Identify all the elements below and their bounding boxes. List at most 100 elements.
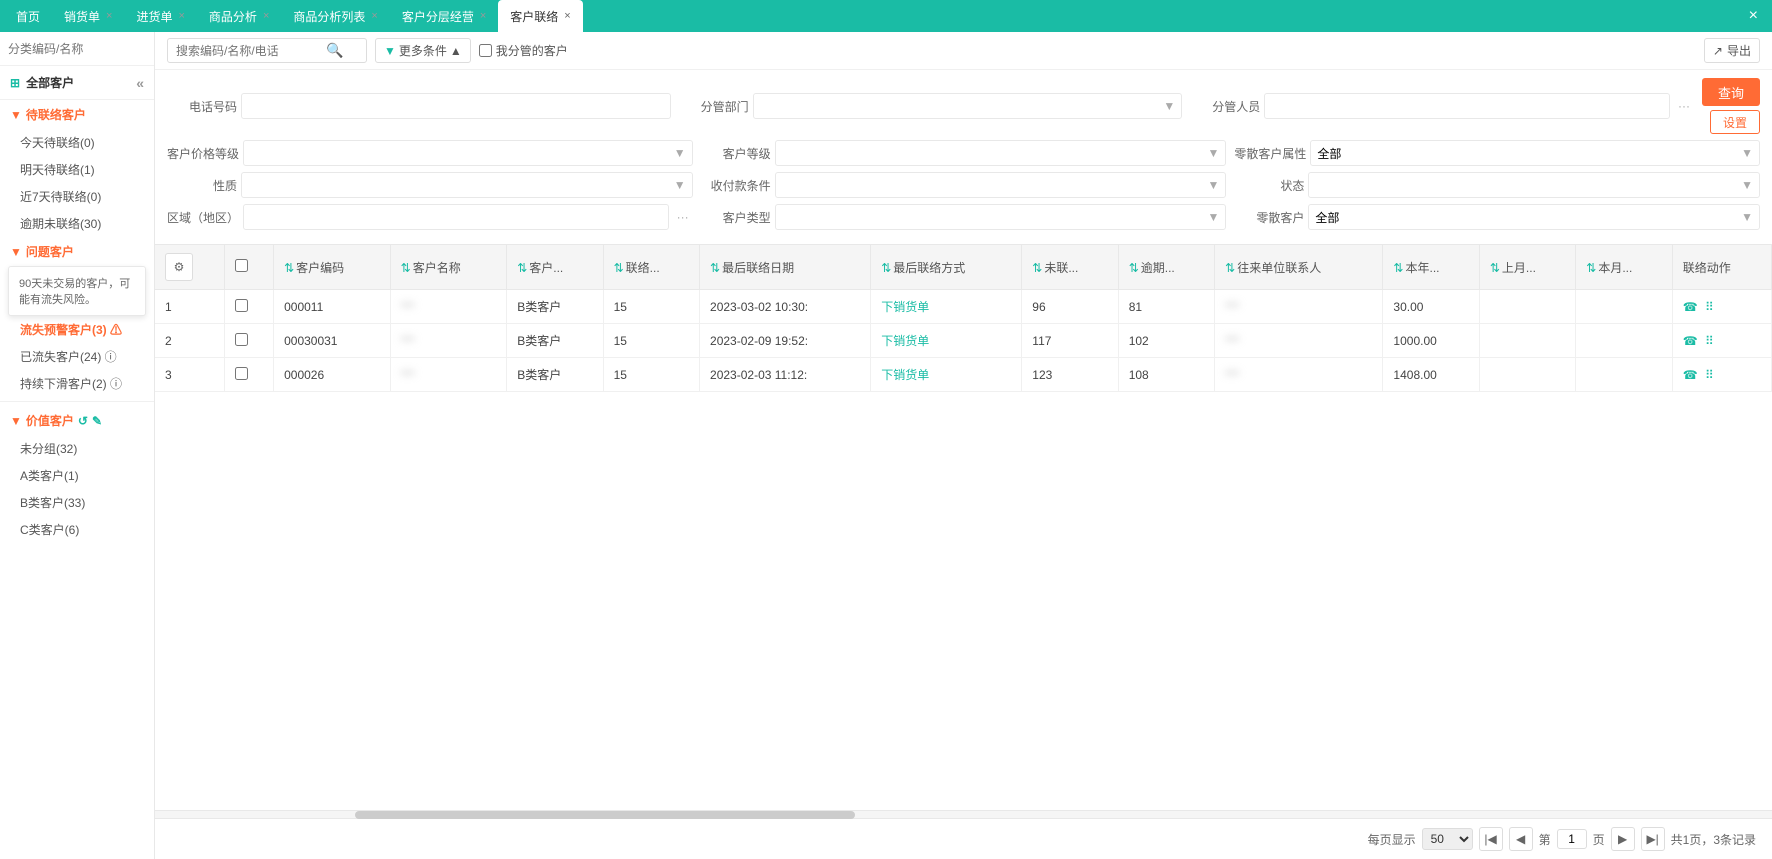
sidebar-item-class-a[interactable]: A类客户(1): [0, 462, 154, 489]
row-last-contact-method[interactable]: 下销货单: [871, 358, 1022, 392]
sidebar-search-input[interactable]: [8, 42, 155, 56]
th-this-month[interactable]: ⇅本月...: [1576, 245, 1672, 290]
sidebar-item-churn-warning[interactable]: 流失预警客户(3) ⚠: [0, 316, 154, 343]
refresh-icon[interactable]: ↺: [78, 414, 88, 428]
th-code[interactable]: ⇅客户编码: [274, 245, 391, 290]
th-settings[interactable]: ⚙: [155, 245, 225, 290]
tab-purchase-order[interactable]: 进货单 ×: [124, 0, 196, 32]
row-action[interactable]: ☎ ⠿: [1672, 324, 1771, 358]
export-button[interactable]: ↗ 导出: [1704, 38, 1760, 63]
th-contact[interactable]: ⇅联络...: [603, 245, 699, 290]
tab-close-product-analysis-list[interactable]: ×: [371, 10, 377, 22]
th-company-contact[interactable]: ⇅往来单位联系人: [1215, 245, 1383, 290]
tab-customer-contact[interactable]: 客户联络 ×: [498, 0, 582, 32]
level-select[interactable]: ▼: [775, 140, 1227, 166]
payment-select[interactable]: ▼: [775, 172, 1227, 198]
settings-button[interactable]: 设置: [1710, 110, 1760, 134]
sidebar-group-value-customers[interactable]: ▼ 价值客户 ↺ ✎: [0, 406, 154, 435]
tab-product-analysis-list[interactable]: 商品分析列表 ×: [281, 0, 389, 32]
per-page-select[interactable]: 50 20 100: [1422, 828, 1473, 850]
row-last-contact-date: 2023-02-09 19:52:: [700, 324, 871, 358]
row-checkbox[interactable]: [225, 358, 274, 392]
last-page-button[interactable]: ▶|: [1641, 827, 1665, 851]
my-customers-checkbox-label[interactable]: 我分管的客户: [479, 42, 568, 59]
query-button[interactable]: 查询: [1702, 78, 1760, 106]
my-customers-checkbox[interactable]: [479, 44, 492, 57]
customer-type-select[interactable]: ▼: [775, 204, 1227, 230]
search-input[interactable]: [176, 44, 326, 58]
next-page-button[interactable]: ▶: [1611, 827, 1635, 851]
horizontal-scrollbar[interactable]: [155, 810, 1772, 818]
th-type[interactable]: ⇅客户...: [507, 245, 603, 290]
more-action-icon[interactable]: ⠿: [1705, 368, 1714, 382]
sidebar-group-pending-contact[interactable]: ▼ 待联络客户: [0, 100, 154, 129]
row-this-year: 1000.00: [1383, 324, 1479, 358]
row-checkbox[interactable]: [225, 290, 274, 324]
row-last-contact-method[interactable]: 下销货单: [871, 324, 1022, 358]
phone-input[interactable]: [241, 93, 671, 119]
tab-customer-tier[interactable]: 客户分层经营 ×: [390, 0, 498, 32]
status-select[interactable]: ▼: [1308, 172, 1760, 198]
tab-close-purchase-order[interactable]: ×: [178, 10, 184, 22]
sidebar-item-today-pending[interactable]: 今天待联络(0): [0, 129, 154, 156]
sidebar-all-customers[interactable]: ⊞ 全部客户 «: [0, 66, 154, 100]
zero-attr-select[interactable]: 全部 ▼: [1310, 140, 1760, 166]
page-input[interactable]: [1557, 829, 1587, 849]
table-settings-gear[interactable]: ⚙: [165, 253, 193, 281]
row-action[interactable]: ☎ ⠿: [1672, 290, 1771, 324]
th-no-contact[interactable]: ⇅未联...: [1022, 245, 1118, 290]
sidebar-item-tomorrow-pending[interactable]: 明天待联络(1): [0, 156, 154, 183]
sidebar-item-overdue-contact[interactable]: 逾期未联络(30): [0, 210, 154, 237]
more-dots-region[interactable]: ···: [673, 210, 693, 224]
select-all-checkbox[interactable]: [235, 259, 248, 272]
more-action-icon[interactable]: ⠿: [1705, 334, 1714, 348]
sidebar-item-7days-pending[interactable]: 近7天待联络(0): [0, 183, 154, 210]
tab-close-product-analysis[interactable]: ×: [263, 10, 269, 22]
tab-close-customer-contact[interactable]: ×: [564, 10, 570, 22]
th-name[interactable]: ⇅客户名称: [390, 245, 507, 290]
row-last-contact-method[interactable]: 下销货单: [871, 290, 1022, 324]
tab-home[interactable]: 首页: [4, 0, 52, 32]
th-last-month[interactable]: ⇅上月...: [1479, 245, 1575, 290]
th-checkbox[interactable]: [225, 245, 274, 290]
person-select[interactable]: [1264, 93, 1670, 119]
sidebar-item-class-c[interactable]: C类客户(6): [0, 516, 154, 543]
contact-icon[interactable]: ☎: [1683, 300, 1698, 314]
th-last-contact-date[interactable]: ⇅最后联络日期: [700, 245, 871, 290]
dept-select[interactable]: ▼: [753, 93, 1183, 119]
more-dots-person[interactable]: ···: [1674, 99, 1694, 113]
zero-customer-select[interactable]: 全部 ▼: [1308, 204, 1760, 230]
edit-icon[interactable]: ✎: [92, 414, 102, 428]
filter-row-1: 电话号码 分管部门 ▼ 分管人员 ··· 查询: [167, 78, 1760, 134]
first-page-button[interactable]: |◀: [1479, 827, 1503, 851]
price-level-select[interactable]: ▼: [243, 140, 693, 166]
more-conditions-button[interactable]: ▼ 更多条件 ▲: [375, 38, 471, 63]
row-action[interactable]: ☎ ⠿: [1672, 358, 1771, 392]
row-last-month: [1479, 324, 1575, 358]
scrollbar-thumb[interactable]: [355, 811, 855, 819]
sidebar-group-problem-customers[interactable]: ▼ 问题客户: [0, 237, 154, 266]
sidebar-collapse-icon[interactable]: «: [136, 75, 144, 91]
prev-page-button[interactable]: ◀: [1509, 827, 1533, 851]
more-action-icon[interactable]: ⠿: [1705, 300, 1714, 314]
sidebar-item-ungrouped[interactable]: 未分组(32): [0, 435, 154, 462]
sidebar-item-declining[interactable]: 持续下滑客户(2) ⓘ: [0, 370, 154, 397]
contact-icon[interactable]: ☎: [1683, 368, 1698, 382]
th-this-year[interactable]: ⇅本年...: [1383, 245, 1479, 290]
sidebar-item-class-b[interactable]: B类客户(33): [0, 489, 154, 516]
region-select[interactable]: [243, 204, 669, 230]
gender-select[interactable]: ▼: [241, 172, 693, 198]
close-all-tabs-button[interactable]: ×: [1739, 7, 1768, 25]
tab-product-analysis[interactable]: 商品分析 ×: [197, 0, 281, 32]
th-overdue[interactable]: ⇅逾期...: [1118, 245, 1214, 290]
filter-region: 区域（地区） ···: [167, 204, 693, 230]
contact-icon[interactable]: ☎: [1683, 334, 1698, 348]
search-button[interactable]: 🔍: [326, 42, 343, 59]
tab-close-customer-tier[interactable]: ×: [480, 10, 486, 22]
tab-close-sales-order[interactable]: ×: [106, 10, 112, 22]
row-checkbox[interactable]: [225, 324, 274, 358]
person-label: 分管人员: [1190, 98, 1260, 115]
th-last-contact-method[interactable]: ⇅最后联络方式: [871, 245, 1022, 290]
tab-sales-order[interactable]: 销货单 ×: [52, 0, 124, 32]
sidebar-item-churned[interactable]: 已流失客户(24) ⓘ: [0, 343, 154, 370]
